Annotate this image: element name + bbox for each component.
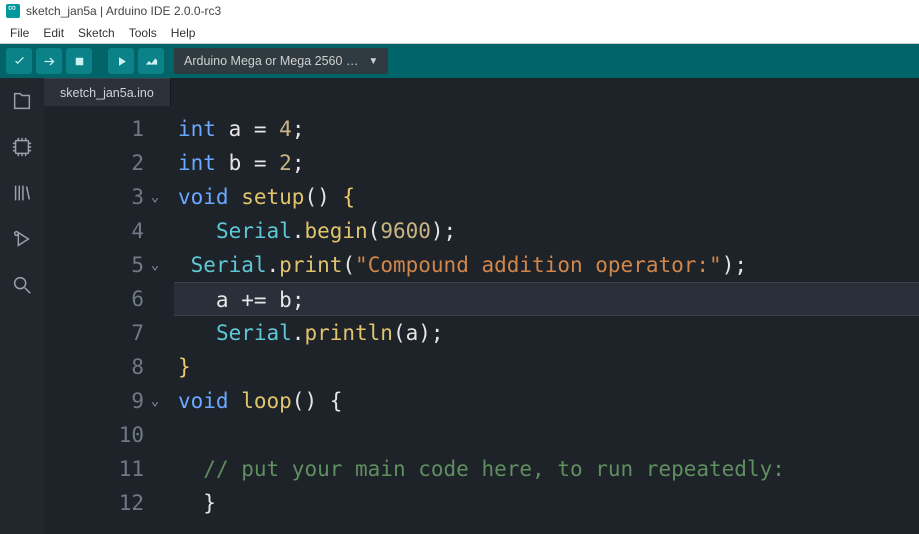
arrow-right-icon — [42, 54, 57, 69]
code-line[interactable]: Serial.println(a); — [178, 316, 919, 350]
code-line[interactable]: void loop() { — [178, 384, 919, 418]
code-line[interactable]: Serial.begin(9600); — [178, 214, 919, 248]
main-area: sketch_jan5a.ino 123⌄45⌄6789⌄101112 int … — [0, 78, 919, 534]
code-line[interactable]: void setup() { — [178, 180, 919, 214]
line-number: 9⌄ — [44, 384, 162, 418]
toolbar: Arduino Mega or Mega 2560 … ▼ — [0, 44, 919, 78]
plotter-icon — [144, 54, 159, 69]
code-line[interactable]: // put your main code here, to run repea… — [178, 452, 919, 486]
fold-chevron-icon[interactable]: ⌄ — [148, 248, 162, 282]
square-icon — [72, 54, 87, 69]
line-number: 7 — [44, 316, 162, 350]
library-manager-icon[interactable] — [9, 180, 35, 206]
menu-edit[interactable]: Edit — [43, 26, 64, 40]
debug-icon[interactable] — [9, 226, 35, 252]
chevron-down-icon: ▼ — [368, 56, 378, 67]
title-bar: sketch_jan5a | Arduino IDE 2.0.0-rc3 — [0, 0, 919, 22]
window-title: sketch_jan5a | Arduino IDE 2.0.0-rc3 — [26, 4, 221, 18]
file-tab[interactable]: sketch_jan5a.ino — [44, 78, 171, 106]
verify-button[interactable] — [6, 48, 32, 74]
line-number: 10 — [44, 418, 162, 452]
menu-file[interactable]: File — [10, 26, 29, 40]
menu-help[interactable]: Help — [171, 26, 196, 40]
code-line[interactable]: } — [178, 486, 919, 520]
board-selector[interactable]: Arduino Mega or Mega 2560 … ▼ — [174, 48, 388, 74]
code-line[interactable]: } — [178, 350, 919, 384]
line-number: 12 — [44, 486, 162, 520]
code-line[interactable]: int a = 4; — [178, 112, 919, 146]
explorer-icon[interactable] — [9, 88, 35, 114]
fold-chevron-icon[interactable]: ⌄ — [148, 384, 162, 418]
line-number: 3⌄ — [44, 180, 162, 214]
check-icon — [12, 54, 27, 69]
code-line[interactable]: Serial.print("Compound addition operator… — [178, 248, 919, 282]
menu-tools[interactable]: Tools — [129, 26, 157, 40]
menu-bar: File Edit Sketch Tools Help — [0, 22, 919, 44]
line-number: 1 — [44, 112, 162, 146]
line-number: 5⌄ — [44, 248, 162, 282]
code-line[interactable] — [178, 418, 919, 452]
activity-bar — [0, 78, 44, 534]
editor-tabs: sketch_jan5a.ino — [44, 78, 919, 106]
arduino-app-icon — [6, 4, 20, 18]
menu-sketch[interactable]: Sketch — [78, 26, 115, 40]
line-number: 8 — [44, 350, 162, 384]
line-number-gutter: 123⌄45⌄6789⌄101112 — [44, 112, 174, 534]
line-number: 4 — [44, 214, 162, 248]
board-selector-label: Arduino Mega or Mega 2560 … — [184, 54, 358, 68]
code-editor[interactable]: 123⌄45⌄6789⌄101112 int a = 4;int b = 2;v… — [44, 106, 919, 534]
code-line[interactable]: int b = 2; — [178, 146, 919, 180]
upload-button[interactable] — [36, 48, 62, 74]
play-icon — [114, 54, 129, 69]
line-number: 11 — [44, 452, 162, 486]
file-tab-label: sketch_jan5a.ino — [60, 86, 154, 100]
serial-plotter-button[interactable] — [138, 48, 164, 74]
editor-area: sketch_jan5a.ino 123⌄45⌄6789⌄101112 int … — [44, 78, 919, 534]
line-number: 6 — [44, 282, 162, 316]
debug-button[interactable] — [108, 48, 134, 74]
boards-manager-icon[interactable] — [9, 134, 35, 160]
line-number: 2 — [44, 146, 162, 180]
search-icon[interactable] — [9, 272, 35, 298]
fold-chevron-icon[interactable]: ⌄ — [148, 180, 162, 214]
stop-button[interactable] — [66, 48, 92, 74]
code-line[interactable]: a += b; — [174, 282, 919, 316]
code-content[interactable]: int a = 4;int b = 2;void setup() { Seria… — [174, 112, 919, 534]
